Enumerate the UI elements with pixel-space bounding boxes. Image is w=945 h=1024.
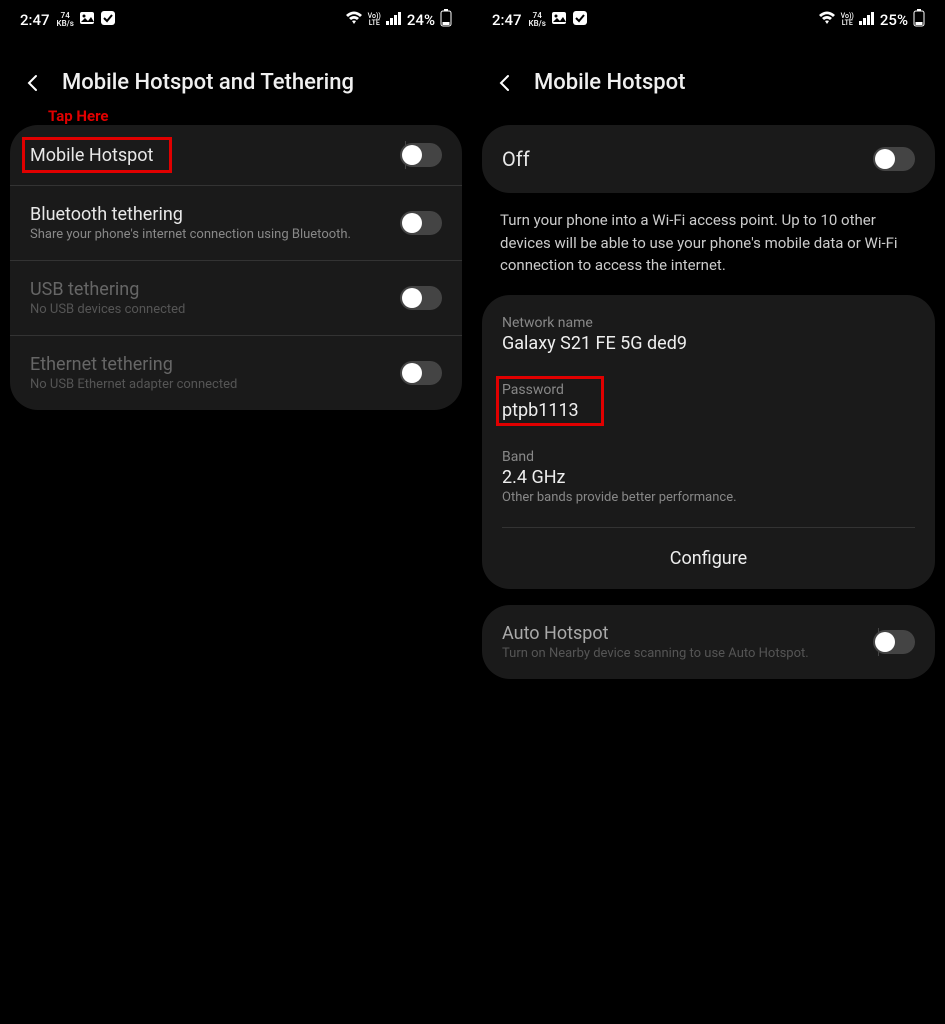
toggle-usb-tethering [400, 286, 442, 310]
toggle-bluetooth-tethering[interactable] [400, 211, 442, 235]
row-label: Auto Hotspot [502, 623, 873, 644]
hotspot-description: Turn your phone into a Wi-Fi access poin… [472, 209, 945, 295]
image-icon [79, 10, 95, 30]
check-icon [100, 10, 116, 30]
wifi-icon [818, 11, 836, 29]
row-label: Ethernet tethering [30, 354, 400, 375]
status-speed: 74 KB/s [57, 12, 74, 28]
wifi-icon [345, 11, 363, 29]
row-bluetooth-tethering[interactable]: Bluetooth tethering Share your phone's i… [10, 185, 462, 260]
page-title: Mobile Hotspot [534, 70, 685, 95]
status-time: 2:47 [492, 11, 522, 29]
status-speed: 74 KB/s [529, 12, 546, 28]
battery-icon [913, 9, 925, 31]
row-label: Mobile Hotspot [30, 145, 400, 166]
status-bar: 2:47 74 KB/s Vo))LTE 25% [472, 0, 945, 40]
field-value: 2.4 GHz [502, 467, 915, 488]
row-sublabel: No USB Ethernet adapter connected [30, 377, 400, 392]
field-password[interactable]: Password ptpb1113 [482, 368, 935, 435]
left-screen: 2:47 74 KB/s Vo))LTE 24% [0, 0, 472, 1024]
configure-button[interactable]: Configure [502, 527, 915, 589]
auto-hotspot-card: Auto Hotspot Turn on Nearby device scann… [482, 605, 935, 679]
volte-icon: Vo))LTE [368, 13, 381, 27]
toggle-hotspot[interactable] [873, 147, 915, 171]
row-label: Bluetooth tethering [30, 204, 400, 225]
field-network-name[interactable]: Network name Galaxy S21 FE 5G ded9 [482, 301, 935, 368]
row-usb-tethering: USB tethering No USB devices connected [10, 260, 462, 335]
row-sublabel: Share your phone's internet connection u… [30, 227, 400, 242]
back-button[interactable] [22, 72, 44, 94]
page-title: Mobile Hotspot and Tethering [62, 70, 354, 95]
row-mobile-hotspot[interactable]: Mobile Hotspot [10, 125, 462, 185]
field-label: Band [502, 449, 915, 465]
field-value: ptpb1113 [502, 400, 915, 421]
status-time: 2:47 [20, 11, 50, 29]
field-band[interactable]: Band 2.4 GHz Other bands provide better … [482, 435, 935, 519]
field-note: Other bands provide better performance. [502, 490, 915, 505]
row-auto-hotspot[interactable]: Auto Hotspot Turn on Nearby device scann… [482, 605, 935, 679]
battery-percent: 25% [880, 11, 908, 29]
row-sublabel: Turn on Nearby device scanning to use Au… [502, 646, 873, 661]
battery-percent: 24% [407, 11, 435, 29]
signal-icon [386, 11, 402, 29]
signal-icon [859, 11, 875, 29]
field-label: Network name [502, 315, 915, 331]
back-button[interactable] [494, 72, 516, 94]
image-icon [551, 10, 567, 30]
page-header: Mobile Hotspot [472, 40, 945, 125]
settings-card: Mobile Hotspot Bluetooth tethering Share… [10, 125, 462, 410]
toggle-state-label: Off [502, 147, 873, 171]
toggle-mobile-hotspot[interactable] [400, 143, 442, 167]
check-icon [572, 10, 588, 30]
row-hotspot-toggle[interactable]: Off [482, 125, 935, 193]
battery-icon [440, 9, 452, 31]
tap-here-hint: Tap Here [48, 107, 109, 125]
right-screen: 2:47 74 KB/s Vo))LTE 25% [472, 0, 945, 1024]
toggle-ethernet-tethering [400, 361, 442, 385]
network-settings-card: Network name Galaxy S21 FE 5G ded9 Passw… [482, 295, 935, 589]
row-label: USB tethering [30, 279, 400, 300]
row-sublabel: No USB devices connected [30, 302, 400, 317]
field-label: Password [502, 382, 915, 398]
status-bar: 2:47 74 KB/s Vo))LTE 24% [0, 0, 472, 40]
toggle-auto-hotspot[interactable] [873, 630, 915, 654]
row-ethernet-tethering: Ethernet tethering No USB Ethernet adapt… [10, 335, 462, 410]
volte-icon: Vo))LTE [841, 13, 854, 27]
hotspot-toggle-card: Off [482, 125, 935, 193]
field-value: Galaxy S21 FE 5G ded9 [502, 333, 915, 354]
